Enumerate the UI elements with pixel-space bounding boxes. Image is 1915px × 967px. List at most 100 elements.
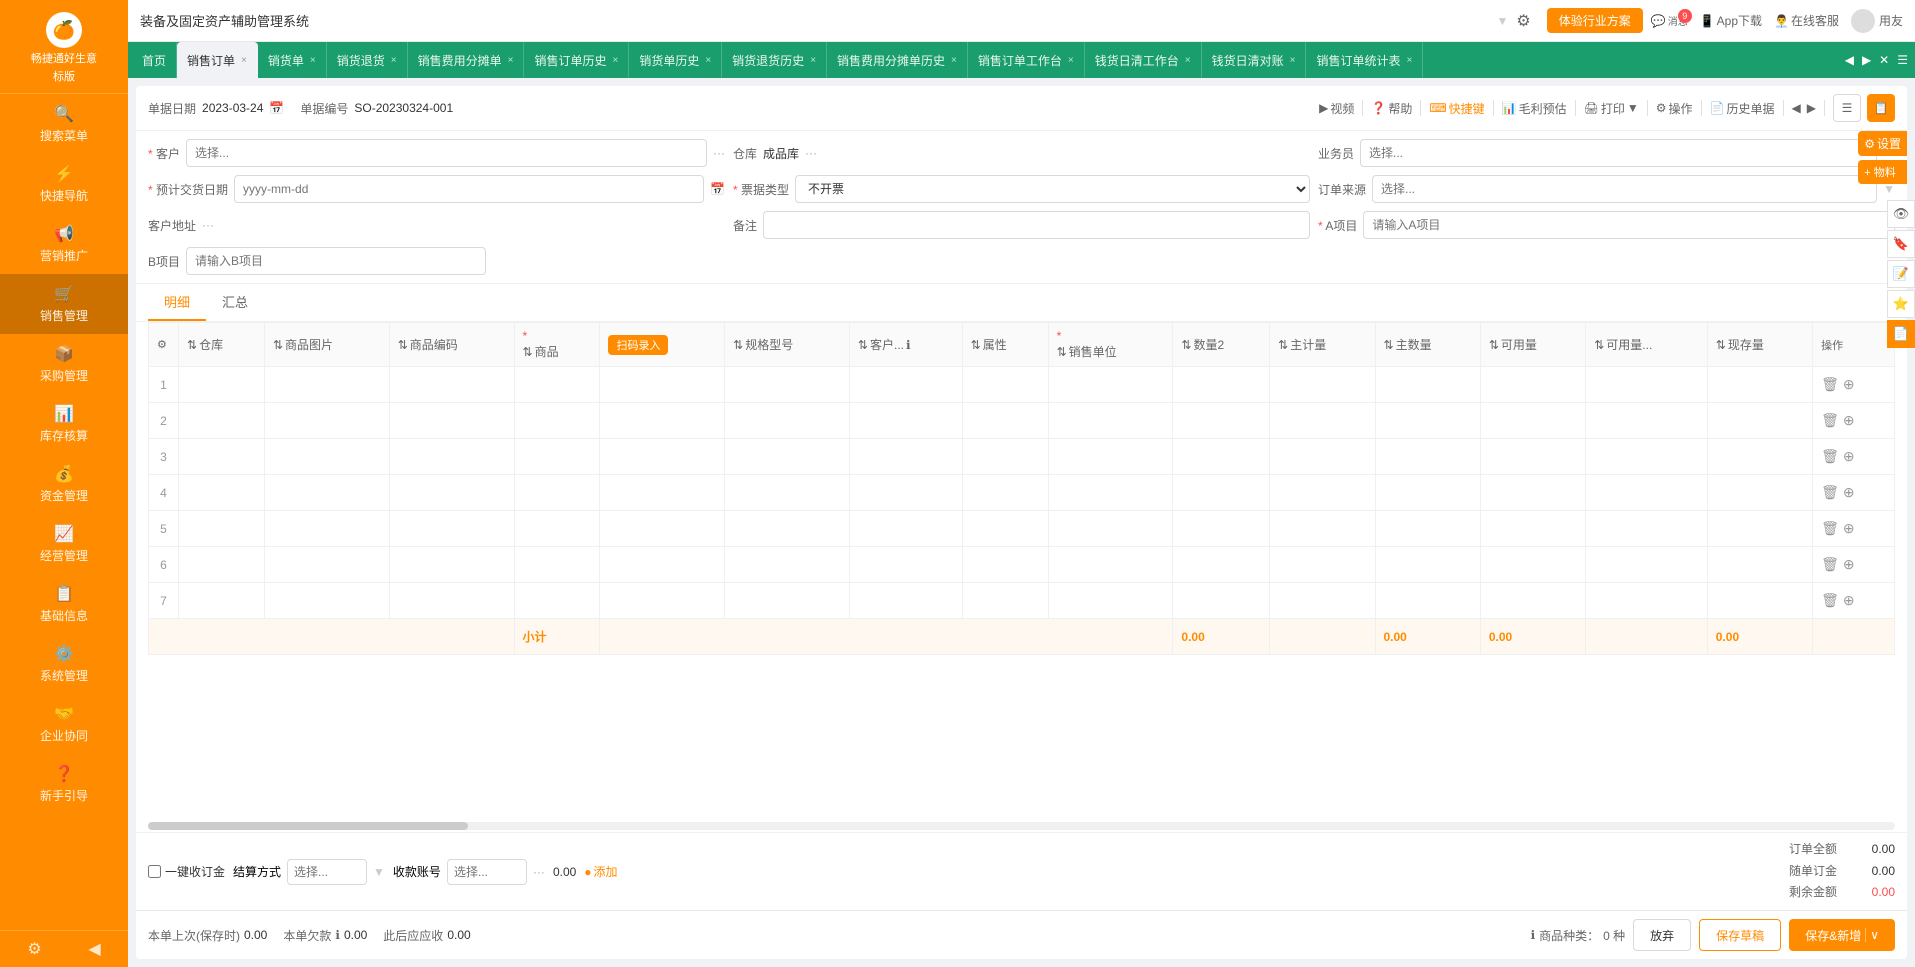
sort-warehouse[interactable]: ⇅ 仓库 xyxy=(187,336,256,353)
sort-stock[interactable]: ⇅ 现存量 xyxy=(1716,336,1804,353)
rfb-view-btn[interactable]: 👁 xyxy=(1887,200,1915,228)
history-btn[interactable]: 📄 历史单据 xyxy=(1710,100,1775,117)
sort-qty2[interactable]: ⇅ 数量2 xyxy=(1181,336,1261,353)
tab-sales-stats[interactable]: 销售订单统计表 × xyxy=(1306,42,1423,78)
sidebar-item-purchase[interactable]: 📦 采购管理 xyxy=(0,334,128,394)
sort-sales-unit[interactable]: ⇅ 销售单位 xyxy=(1057,343,1165,360)
row-2-main-unit[interactable] xyxy=(1270,403,1375,439)
help-btn[interactable]: ❓ 帮助 xyxy=(1371,100,1412,117)
sidebar-item-basic[interactable]: 📋 基础信息 xyxy=(0,574,128,634)
collection-account-input[interactable] xyxy=(447,859,527,885)
sidebar-item-stock[interactable]: 📊 库存核算 xyxy=(0,394,128,454)
address-expand-btn[interactable]: ··· xyxy=(202,218,214,232)
sidebar-item-finance[interactable]: 💰 资金管理 xyxy=(0,454,128,514)
row-1-available2[interactable] xyxy=(1586,367,1708,403)
one-click-payment-checkbox[interactable] xyxy=(148,865,161,878)
row-1-attr[interactable] xyxy=(962,367,1048,403)
row-2-warehouse[interactable] xyxy=(179,403,265,439)
tab-sales-order-hist-close[interactable]: × xyxy=(612,55,618,66)
row-7-copy-btn[interactable]: ⊕ xyxy=(1843,592,1855,609)
sort-available[interactable]: ⇅ 可用量 xyxy=(1489,336,1577,353)
horizontal-scrollbar[interactable] xyxy=(148,822,1895,830)
tab-return-hist[interactable]: 销货退货历史 × xyxy=(722,42,827,78)
tab-summary[interactable]: 汇总 xyxy=(206,284,264,321)
tab-cash-workbench-close[interactable]: × xyxy=(1185,55,1191,66)
one-click-payment-label[interactable]: 一键收订金 xyxy=(148,863,225,880)
sidebar-item-promote[interactable]: 📢 营销推广 xyxy=(0,214,128,274)
row-1-main-qty[interactable] xyxy=(1375,367,1480,403)
order-source-input[interactable] xyxy=(1372,175,1877,203)
tab-home[interactable]: 首页 xyxy=(132,42,177,78)
customer-input[interactable] xyxy=(186,139,707,167)
calendar-icon[interactable]: 📅 xyxy=(269,101,284,115)
sidebar-item-enterprise[interactable]: 🤝 企业协同 xyxy=(0,694,128,754)
tab-cash-reconcile-close[interactable]: × xyxy=(1290,55,1296,66)
row-2-available2[interactable] xyxy=(1586,403,1708,439)
tab-close-all-btn[interactable]: ✕ xyxy=(1876,53,1892,67)
rfb-star-btn[interactable]: ⭐ xyxy=(1887,290,1915,318)
salesperson-input[interactable] xyxy=(1360,139,1877,167)
sort-main-unit[interactable]: ⇅ 主计量 xyxy=(1278,336,1366,353)
tab-sales-return-close[interactable]: × xyxy=(391,55,397,66)
sort-attr[interactable]: ⇅ 属性 xyxy=(971,336,1040,353)
topbar-gear-icon[interactable]: ⚙ xyxy=(1516,11,1530,31)
sidebar-settings-btn[interactable]: ⚙ xyxy=(27,939,41,959)
rfb-orange-btn[interactable]: 📄 xyxy=(1887,320,1915,348)
row-2-stock[interactable] xyxy=(1707,403,1812,439)
sidebar-item-nav[interactable]: ⚡ 快捷导航 xyxy=(0,154,128,214)
row-2-attr[interactable] xyxy=(962,403,1048,439)
sort-code[interactable]: ⇅ 商品编码 xyxy=(398,336,506,353)
solution-button[interactable]: 体验行业方案 xyxy=(1547,8,1643,33)
discard-button[interactable]: 放弃 xyxy=(1633,919,1691,951)
tab-sales-cost[interactable]: 销售费用分摊单 × xyxy=(408,42,525,78)
tab-sales-cost-close[interactable]: × xyxy=(508,55,514,66)
row-3-copy-btn[interactable]: ⊕ xyxy=(1843,448,1855,465)
row-2-copy-btn[interactable]: ⊕ xyxy=(1843,412,1855,429)
sort-available2[interactable]: ⇅ 可用量... xyxy=(1594,336,1699,353)
sort-product[interactable]: ⇅ 商品 xyxy=(523,343,592,360)
row-1-qty2[interactable] xyxy=(1173,367,1270,403)
sort-spec[interactable]: ⇅ 规格型号 xyxy=(733,336,841,353)
tab-prev-btn[interactable]: ◀ xyxy=(1842,53,1857,67)
user-menu[interactable]: 用友 xyxy=(1851,9,1903,33)
row-1-code[interactable] xyxy=(389,367,514,403)
rfb-note-btn[interactable]: 📝 xyxy=(1887,260,1915,288)
nav-prev-doc-btn[interactable]: ◀ xyxy=(1792,101,1801,115)
row-6-copy-btn[interactable]: ⊕ xyxy=(1843,556,1855,573)
remark-input[interactable] xyxy=(763,211,1310,239)
tab-next-btn[interactable]: ▶ xyxy=(1859,53,1874,67)
sidebar-item-guide[interactable]: ❓ 新手引导 xyxy=(0,754,128,814)
row-1-available[interactable] xyxy=(1480,367,1585,403)
tab-cash-workbench[interactable]: 钱货日清工作台 × xyxy=(1085,42,1202,78)
row-2-sales-unit[interactable] xyxy=(1048,403,1173,439)
payment-method-input[interactable] xyxy=(287,859,367,885)
profit-btn[interactable]: 📊 毛利预估 xyxy=(1502,100,1567,117)
row-1-delete-btn[interactable]: 🗑 xyxy=(1821,376,1839,393)
row-5-copy-btn[interactable]: ⊕ xyxy=(1843,520,1855,537)
product-table-wrapper[interactable]: ⚙ ⇅ 仓库 ⇅ 商品图 xyxy=(136,322,1907,820)
save-new-dropdown-btn[interactable]: ∨ xyxy=(1865,928,1879,942)
row-2-customer-code[interactable] xyxy=(849,403,962,439)
sort-main-qty[interactable]: ⇅ 主数量 xyxy=(1384,336,1472,353)
save-new-button[interactable]: 保存&新增 ∨ xyxy=(1789,919,1895,951)
row-2-product[interactable] xyxy=(514,403,600,439)
row-4-copy-btn[interactable]: ⊕ xyxy=(1843,484,1855,501)
sidebar-item-operation[interactable]: 📈 经营管理 xyxy=(0,514,128,574)
row-5-delete-btn[interactable]: 🗑 xyxy=(1821,520,1839,537)
more-ops-btn[interactable]: ⚙ 操作 xyxy=(1656,100,1693,117)
row-2-code[interactable] xyxy=(389,403,514,439)
row-1-stock[interactable] xyxy=(1707,367,1812,403)
row-2-main-qty[interactable] xyxy=(1375,403,1480,439)
row-2-spec[interactable] xyxy=(725,403,850,439)
sidebar-collapse-btn[interactable]: ◀ xyxy=(88,939,100,959)
row-1-customer-code[interactable] xyxy=(849,367,962,403)
row-2-qty2[interactable] xyxy=(1173,403,1270,439)
collection-expand-btn[interactable]: ··· xyxy=(533,865,545,879)
row-7-delete-btn[interactable]: 🗑 xyxy=(1821,592,1839,609)
tab-sales-stats-close[interactable]: × xyxy=(1406,55,1412,66)
row-1-main-unit[interactable] xyxy=(1270,367,1375,403)
tab-return-hist-close[interactable]: × xyxy=(810,55,816,66)
tab-invoice-hist[interactable]: 销货单历史 × xyxy=(629,42,722,78)
sidebar-item-system[interactable]: ⚙️ 系统管理 xyxy=(0,634,128,694)
tab-cost-hist-close[interactable]: × xyxy=(951,55,957,66)
